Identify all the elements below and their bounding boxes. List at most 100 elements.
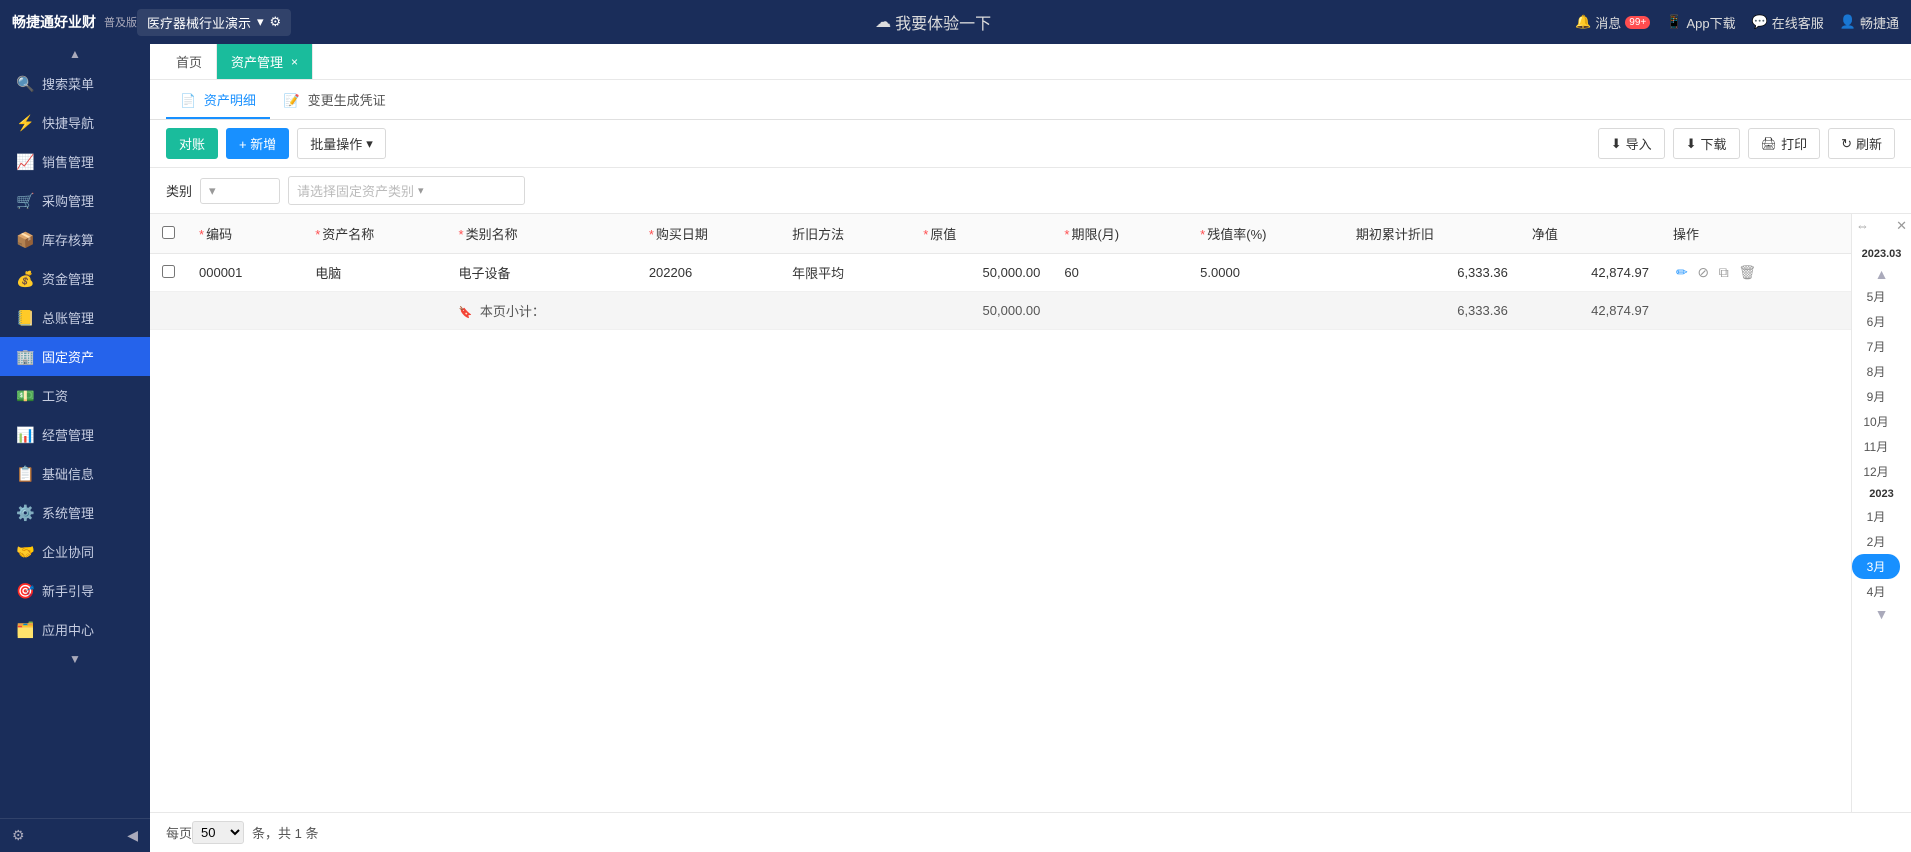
month-item-7[interactable]: 7月 bbox=[1852, 334, 1900, 359]
cell-net-value: 42,874.97 bbox=[1520, 254, 1661, 292]
per-page-select[interactable]: 10 20 50 100 bbox=[192, 821, 244, 844]
import-button[interactable]: ⬇ 导入 bbox=[1598, 128, 1665, 159]
cell-residual-rate: 5.0000 bbox=[1188, 254, 1344, 292]
tab-icon-detail: 📄 bbox=[180, 93, 196, 108]
month-item-12[interactable]: 12月 bbox=[1852, 459, 1900, 484]
per-page-label: 每页 bbox=[166, 823, 192, 842]
month-scroll-down[interactable]: ▼ bbox=[1852, 604, 1911, 624]
sidebar-item-system[interactable]: ⚙️ 系统管理 bbox=[0, 493, 150, 532]
sidebar-scroll-down[interactable]: ▼ bbox=[0, 649, 150, 669]
reconcile-button[interactable]: 对账 bbox=[166, 128, 218, 159]
filter-category-dropdown-arrow: ▾ bbox=[209, 183, 216, 199]
experience-btn[interactable]: ☁ 我要体验一下 bbox=[875, 10, 991, 34]
sidebar-item-app-center[interactable]: 🗂️ 应用中心 bbox=[0, 610, 150, 649]
sidebar-item-basic-info[interactable]: 📋 基础信息 bbox=[0, 454, 150, 493]
edit-icon[interactable]: ✏ bbox=[1676, 264, 1688, 280]
sidebar-item-guide[interactable]: 🎯 新手引导 bbox=[0, 571, 150, 610]
bell-icon: 🔔 bbox=[1575, 14, 1591, 30]
settings-bottom-icon[interactable]: ⚙ bbox=[12, 827, 25, 844]
cell-accumulated-depreciation: 6,333.36 bbox=[1344, 254, 1520, 292]
sidebar-item-label: 固定资产 bbox=[42, 347, 94, 366]
topbar: 畅捷通好业财 普及版 医疗器械行业演示 ▾ ⚙ ☁ 我要体验一下 🔔 消息 99… bbox=[0, 0, 1911, 44]
subtotal-empty-2 bbox=[187, 292, 303, 330]
apps-icon: 🗂️ bbox=[16, 621, 34, 639]
sidebar-item-search[interactable]: 🔍 搜索菜单 bbox=[0, 64, 150, 103]
page-tab-bar: 首页 资产管理 × bbox=[150, 44, 1911, 80]
cell-period: 60 bbox=[1052, 254, 1188, 292]
th-original-value: *原值 bbox=[911, 214, 1052, 254]
month-item-11[interactable]: 11月 bbox=[1852, 434, 1900, 459]
row-checkbox[interactable] bbox=[162, 265, 175, 278]
batch-ops-button[interactable]: 批量操作 ▾ bbox=[297, 128, 386, 159]
row-checkbox-cell bbox=[150, 254, 187, 292]
cell-category: 电子设备 bbox=[447, 254, 637, 292]
online-service-btn[interactable]: 💬 在线客服 bbox=[1752, 13, 1824, 32]
right-panel-expand-icon[interactable]: ⇔ bbox=[1856, 218, 1869, 233]
target-icon: 🎯 bbox=[16, 582, 34, 600]
print-button[interactable]: 🖨 打印 bbox=[1748, 128, 1821, 159]
disable-icon[interactable]: ⊘ bbox=[1697, 264, 1709, 280]
company-selector[interactable]: 医疗器械行业演示 ▾ ⚙ bbox=[137, 9, 291, 36]
system-icon: ⚙️ bbox=[16, 504, 34, 522]
month-item-3-active[interactable]: 3月 bbox=[1852, 554, 1900, 579]
tab-icon-voucher: 📝 bbox=[284, 93, 300, 108]
delete-icon[interactable]: 🗑 bbox=[1738, 264, 1756, 280]
filter-category-placeholder: 请选择固定资产类别 bbox=[297, 181, 414, 200]
sidebar-item-fund[interactable]: 💰 资金管理 bbox=[0, 259, 150, 298]
month-item-2[interactable]: 2月 bbox=[1852, 529, 1900, 554]
month-item-1[interactable]: 1月 bbox=[1852, 504, 1900, 529]
subtotal-label: 🔖 本页小计： bbox=[447, 292, 637, 330]
sidebar-item-label: 快捷导航 bbox=[42, 113, 94, 132]
collapse-icon[interactable]: ◀ bbox=[127, 827, 138, 844]
right-panel-close-icon[interactable]: ✕ bbox=[1896, 218, 1907, 234]
th-accumulated-depreciation: 期初累计折旧 bbox=[1344, 214, 1520, 254]
sidebar-item-enterprise[interactable]: 🤝 企业协同 bbox=[0, 532, 150, 571]
download-icon: 📱 bbox=[1666, 14, 1682, 30]
copy-icon[interactable]: ⧉ bbox=[1719, 264, 1729, 280]
money-icon: 💰 bbox=[16, 270, 34, 288]
app-download-btn[interactable]: 📱 App下载 bbox=[1666, 13, 1735, 32]
sidebar-item-ledger[interactable]: 📒 总账管理 bbox=[0, 298, 150, 337]
sidebar-item-purchase[interactable]: 🛒 采购管理 bbox=[0, 181, 150, 220]
subtotal-empty-6 bbox=[1052, 292, 1188, 330]
sidebar-item-fixed-assets[interactable]: 🏢 固定资产 bbox=[0, 337, 150, 376]
batch-ops-chevron-icon: ▾ bbox=[366, 136, 373, 152]
subtotal-icon: 🔖 bbox=[459, 307, 473, 319]
filter-category-select[interactable]: ▾ bbox=[200, 178, 280, 204]
sidebar-item-operations[interactable]: 📊 经营管理 bbox=[0, 415, 150, 454]
month-item-10[interactable]: 10月 bbox=[1852, 409, 1900, 434]
filter-category-input[interactable]: 请选择固定资产类别 ▾ bbox=[288, 176, 525, 205]
settings-icon[interactable]: ⚙ bbox=[270, 14, 282, 30]
new-button[interactable]: + 新增 bbox=[226, 128, 289, 159]
tab-close-icon[interactable]: × bbox=[291, 55, 298, 69]
refresh-button[interactable]: ↻ 刷新 bbox=[1828, 128, 1895, 159]
tab-home[interactable]: 首页 bbox=[162, 44, 217, 79]
app-logo: 畅捷通好业财 bbox=[12, 12, 96, 32]
sidebar-scroll-up[interactable]: ▲ bbox=[0, 44, 150, 64]
cart-icon: 🛒 bbox=[16, 192, 34, 210]
month-item-5[interactable]: 5月 bbox=[1852, 284, 1900, 309]
table-row: 000001 电脑 电子设备 202206 年限平均 50,000.00 60 … bbox=[150, 254, 1851, 292]
th-name: *资产名称 bbox=[303, 214, 446, 254]
month-item-9[interactable]: 9月 bbox=[1852, 384, 1900, 409]
subtotal-net-value: 42,874.97 bbox=[1520, 292, 1661, 330]
tab-asset-detail[interactable]: 📄 资产明细 bbox=[166, 82, 270, 119]
sidebar-item-inventory[interactable]: 📦 库存核算 bbox=[0, 220, 150, 259]
notification-btn[interactable]: 🔔 消息 99+ bbox=[1575, 13, 1650, 32]
month-item-6[interactable]: 6月 bbox=[1852, 309, 1900, 334]
select-all-checkbox[interactable] bbox=[162, 226, 175, 239]
total-label: 条，共 1 条 bbox=[252, 823, 318, 842]
user-menu[interactable]: 👤 畅捷通 bbox=[1840, 13, 1899, 32]
sidebar-item-sales[interactable]: 📈 销售管理 bbox=[0, 142, 150, 181]
download-button[interactable]: ⬇ 下载 bbox=[1673, 128, 1740, 159]
month-item-8[interactable]: 8月 bbox=[1852, 359, 1900, 384]
tab-change-voucher[interactable]: 📝 变更生成凭证 bbox=[270, 82, 400, 119]
month-scroll-up[interactable]: ▲ bbox=[1852, 264, 1911, 284]
info-icon: 📋 bbox=[16, 465, 34, 483]
sidebar-item-quick-nav[interactable]: ⚡ 快捷导航 bbox=[0, 103, 150, 142]
cloud-icon: ☁ bbox=[875, 12, 891, 32]
month-item-4[interactable]: 4月 bbox=[1852, 579, 1900, 604]
tab-asset-management[interactable]: 资产管理 × bbox=[217, 44, 313, 79]
subtotal-empty-5 bbox=[780, 292, 911, 330]
sidebar-item-salary[interactable]: 💵 工资 bbox=[0, 376, 150, 415]
